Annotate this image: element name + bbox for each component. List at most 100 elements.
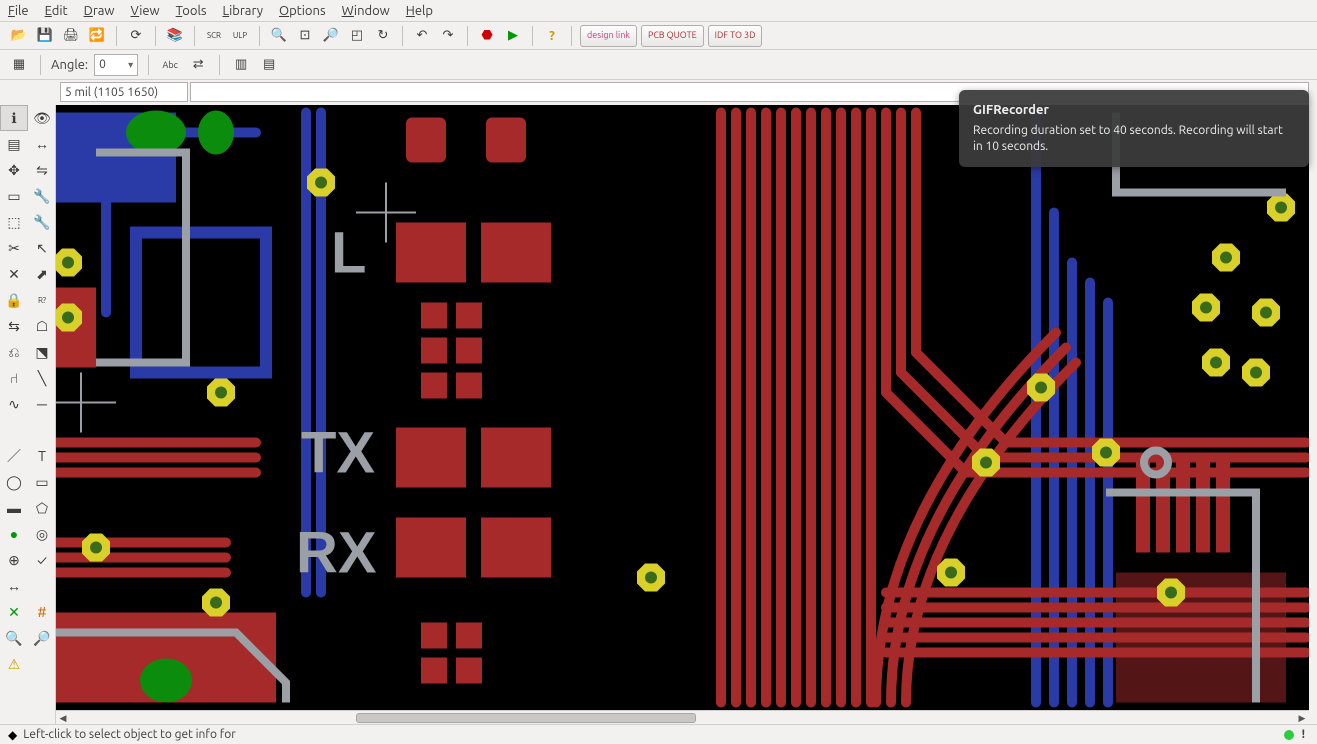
separator: [532, 26, 533, 46]
angle-dropdown[interactable]: 0: [94, 54, 138, 76]
text-style-button[interactable]: Abc: [159, 54, 181, 76]
notification-title: GIFRecorder: [973, 102, 1295, 120]
hole-tool[interactable]: ◎: [28, 521, 56, 547]
menu-library[interactable]: Library: [223, 4, 263, 18]
rect-tool[interactable]: ▭: [28, 469, 56, 495]
ratsnest-tool[interactable]: ⊕: [0, 547, 28, 573]
zoom-fit-button[interactable]: ⊡: [294, 25, 316, 47]
menu-draw[interactable]: Draw: [84, 4, 115, 18]
spacer: [0, 417, 28, 443]
silk-text-L: L: [331, 221, 366, 286]
mirror-button[interactable]: ⇄: [187, 54, 209, 76]
arrow-tool[interactable]: ↖: [28, 235, 56, 261]
separator: [194, 26, 195, 46]
wire-tool[interactable]: ─: [28, 391, 56, 417]
smash-tool[interactable]: ⎌: [0, 339, 28, 365]
errors-tool[interactable]: ✕: [0, 599, 28, 625]
layout-mode-1-button[interactable]: ▥: [230, 54, 252, 76]
update-button[interactable]: ⟳: [125, 25, 147, 47]
silk-text-TX: TX: [301, 421, 375, 486]
separator: [40, 55, 41, 75]
board-sch-switch-button[interactable]: 🔁: [86, 25, 108, 47]
select-tool[interactable]: ⬈: [28, 261, 56, 287]
dimension-tool[interactable]: ↔: [0, 573, 28, 599]
pcb-canvas[interactable]: L TX RX: [56, 105, 1309, 710]
circle-tool[interactable]: ◯: [0, 469, 28, 495]
zoom-select-tool[interactable]: 🔍: [0, 625, 28, 651]
undo-button[interactable]: ↶: [411, 25, 433, 47]
angle-label: Angle:: [51, 58, 88, 72]
save-button[interactable]: 💾: [34, 25, 56, 47]
help-button[interactable]: ?: [541, 25, 563, 47]
status-bullet-icon: ◆: [8, 728, 17, 742]
menu-help[interactable]: Help: [406, 4, 433, 18]
warning-tool[interactable]: ⚠: [0, 651, 28, 677]
spacer: [28, 651, 56, 677]
ulp-button[interactable]: ULP: [229, 25, 251, 47]
drc-tool[interactable]: ✓: [28, 547, 56, 573]
change-tool[interactable]: 🔧: [28, 183, 56, 209]
menu-options[interactable]: Options: [279, 4, 326, 18]
autoroute-tool[interactable]: #: [28, 599, 56, 625]
lock-tool[interactable]: 🔒: [0, 287, 28, 313]
scroll-left-arrow-icon[interactable]: ◀: [56, 711, 70, 725]
menu-window[interactable]: Window: [342, 4, 390, 18]
left-tool-palette: ℹ 👁 ▤ ↔ ✥ ⇋ ▭ 🔧 ⬚ 🔧 ✂ ↖ ✕ ⬈ 🔒 R? ⇆ ☖ ⎌ ⬔…: [0, 105, 56, 724]
horizontal-scrollbar[interactable]: ◀ ▶: [56, 710, 1309, 724]
polygon-tool[interactable]: ⬠: [28, 495, 56, 521]
zoom-window-button[interactable]: ◰: [346, 25, 368, 47]
menu-file[interactable]: File: [8, 4, 29, 18]
move-xy-tool[interactable]: ✥: [0, 157, 28, 183]
scroll-thumb[interactable]: [356, 713, 696, 723]
go-button[interactable]: ▶: [502, 25, 524, 47]
ripup-tool[interactable]: ∿: [0, 391, 28, 417]
spacer: [28, 417, 56, 443]
cut-tool[interactable]: ✂: [0, 235, 28, 261]
wrench-tool[interactable]: 🔧: [28, 209, 56, 235]
notification-body: Recording duration set to 40 seconds. Re…: [973, 123, 1295, 155]
mirror-tool[interactable]: ⇋: [28, 157, 56, 183]
zoom-redraw-button[interactable]: ↻: [372, 25, 394, 47]
menu-view[interactable]: View: [131, 4, 160, 18]
idf-to-3d-button[interactable]: IDF TO 3D: [708, 25, 763, 47]
spacer: [28, 573, 56, 599]
via-tool[interactable]: ●: [0, 521, 28, 547]
zoom-select2-tool[interactable]: 🔎: [28, 625, 56, 651]
name-tool[interactable]: R?: [28, 287, 56, 313]
replace-tool[interactable]: ☖: [28, 313, 56, 339]
menu-edit[interactable]: Edit: [45, 4, 68, 18]
select-rect-tool[interactable]: ⬚: [0, 209, 28, 235]
main-toolbar: 📂 💾 🖨 🔁 ⟳ 📚 SCR ULP 🔍 ⊡ 🔎 ◰ ↻ ↶ ↷ ⬣ ▶ ? …: [0, 22, 1317, 50]
zoom-in-button[interactable]: 🔍: [268, 25, 290, 47]
rect-fill-tool[interactable]: ▬: [0, 495, 28, 521]
scroll-right-arrow-icon[interactable]: ▶: [1295, 711, 1309, 725]
print-button[interactable]: 🖨: [60, 25, 82, 47]
move-tool[interactable]: ↔: [28, 131, 56, 157]
zoom-out-button[interactable]: 🔎: [320, 25, 342, 47]
status-warning-icon: !: [1302, 728, 1305, 741]
route-tool[interactable]: ╲: [28, 365, 56, 391]
split-tool[interactable]: ⑁: [0, 365, 28, 391]
status-message: Left-click to select object to get info …: [23, 728, 236, 741]
pinswap-tool[interactable]: ⇆: [0, 313, 28, 339]
delete-tool[interactable]: ✕: [0, 261, 28, 287]
group-tool[interactable]: ▭: [0, 183, 28, 209]
miter-tool[interactable]: ⬔: [28, 339, 56, 365]
pcb-quote-button[interactable]: PCB QUOTE: [641, 25, 704, 47]
text-tool[interactable]: T: [28, 443, 56, 469]
designlink-button[interactable]: design link: [580, 25, 637, 47]
open-button[interactable]: 📂: [8, 25, 30, 47]
layers-tool[interactable]: ▤: [0, 131, 28, 157]
line-tool[interactable]: ／: [0, 443, 28, 469]
show-tool[interactable]: 👁: [28, 105, 56, 131]
script-button[interactable]: SCR: [203, 25, 225, 47]
grid-button[interactable]: ▦: [8, 54, 30, 76]
layout-mode-2-button[interactable]: ▤: [258, 54, 280, 76]
parameters-toolbar: ▦ Angle: 0 Abc ⇄ ▥ ▤: [0, 50, 1317, 80]
menu-tools[interactable]: Tools: [176, 4, 207, 18]
library-button[interactable]: 📚: [164, 25, 186, 47]
stop-button[interactable]: ⬣: [476, 25, 498, 47]
redo-button[interactable]: ↷: [437, 25, 459, 47]
info-tool[interactable]: ℹ: [0, 105, 28, 131]
menu-bar: File Edit Draw View Tools Library Option…: [0, 0, 1317, 22]
